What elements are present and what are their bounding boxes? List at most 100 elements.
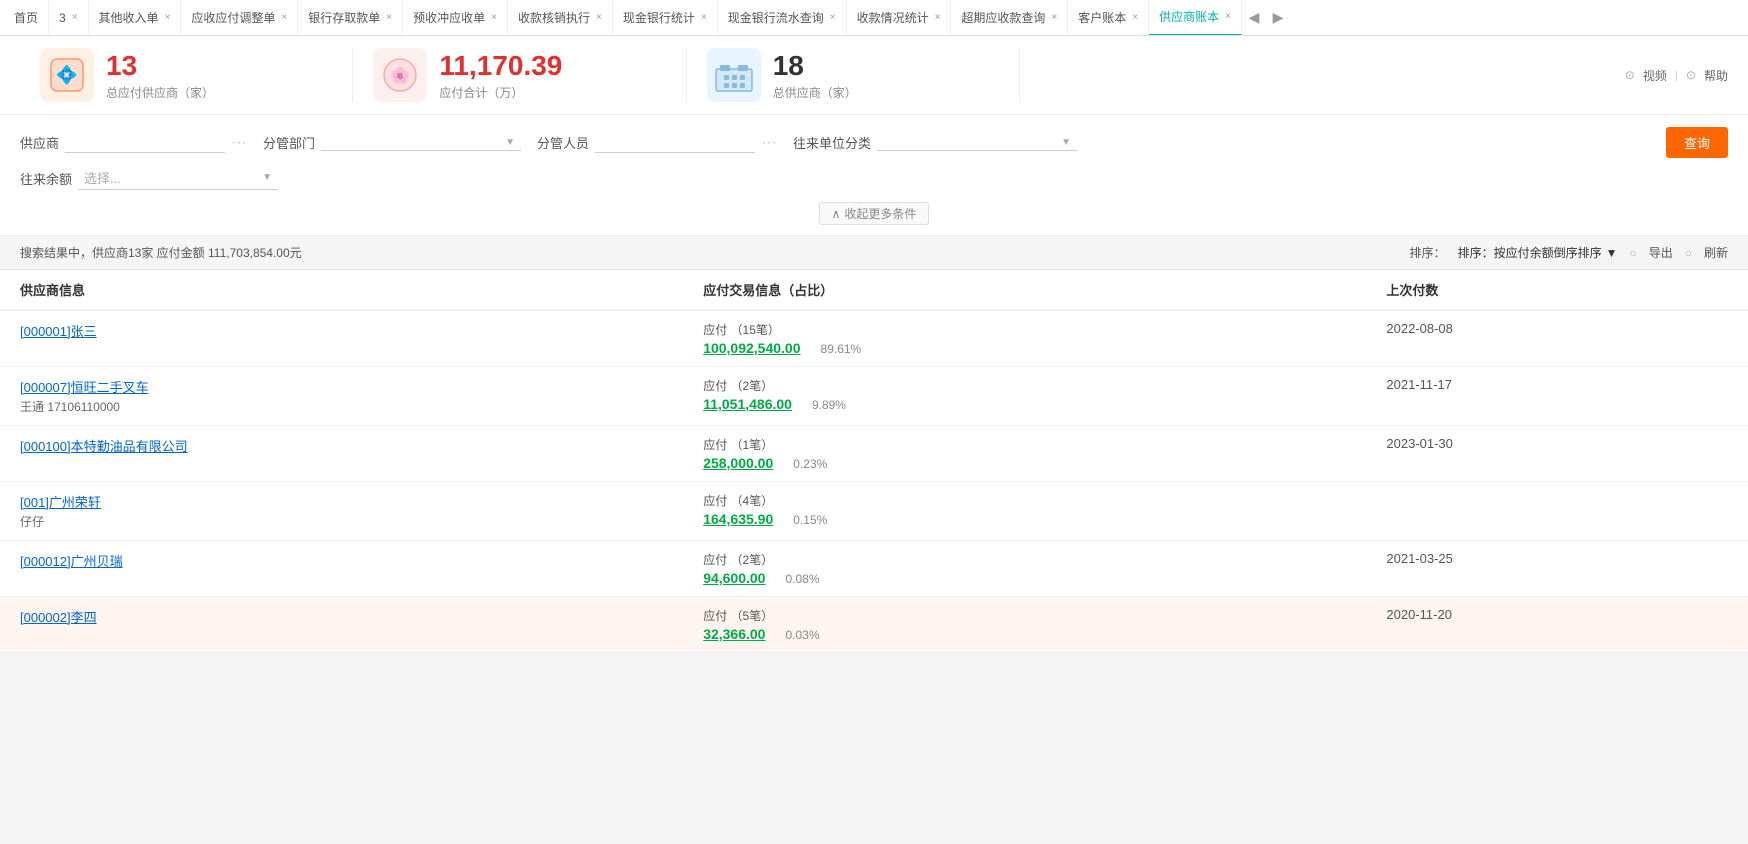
payable-total-number: 11,170.39 bbox=[439, 49, 562, 83]
query-button[interactable]: 查询 bbox=[1666, 127, 1728, 158]
person-dots-icon[interactable]: ··· bbox=[761, 134, 777, 152]
nav-prev-arrow[interactable]: ◀ bbox=[1242, 0, 1266, 36]
payable-cell-3: 应付 （4笔）164,635.900.15% bbox=[703, 492, 1386, 527]
close-icon[interactable]: × bbox=[491, 12, 497, 23]
supplier-input[interactable] bbox=[65, 133, 225, 153]
last-payment-0: 2022-08-08 bbox=[1386, 321, 1728, 336]
stat-text-payable-total: 11,170.39 应付合计（万） bbox=[439, 49, 562, 102]
nav-tab-receipt-stat[interactable]: 收款情况统计 × bbox=[847, 0, 952, 36]
payable-amount-row-3: 164,635.900.15% bbox=[703, 509, 1386, 527]
last-payment-2: 2023-01-30 bbox=[1386, 436, 1728, 451]
close-icon[interactable]: × bbox=[1051, 12, 1057, 23]
payable-amount-4[interactable]: 94,600.00 bbox=[703, 570, 765, 586]
nav-tab-supplier-account[interactable]: 供应商账本 × bbox=[1149, 0, 1242, 36]
payable-pct-2: 0.23% bbox=[793, 457, 827, 471]
export-icon: ○ bbox=[1629, 246, 1636, 260]
svg-text:💠: 💠 bbox=[56, 64, 78, 85]
other-income-label: 其他收入单 bbox=[99, 9, 159, 26]
supplier-link-4[interactable]: [000012]广州贝瑞 bbox=[20, 554, 123, 569]
supplier-link-1[interactable]: [000007]恒旺二手叉车 bbox=[20, 380, 149, 395]
person-label: 分管人员 bbox=[537, 133, 589, 152]
person-input[interactable] bbox=[595, 133, 755, 153]
payable-amount-row-2: 258,000.00 0.23% bbox=[703, 453, 1386, 471]
sort-label: 排序： bbox=[1410, 244, 1446, 261]
sort-text: 排序：按应付余额倒序排序 bbox=[1458, 244, 1602, 261]
payable-cell-2: 应付 （1笔） 258,000.00 0.23% bbox=[703, 436, 1386, 471]
payable-amount-2[interactable]: 258,000.00 bbox=[703, 455, 773, 471]
dept-select[interactable]: ▼ bbox=[321, 135, 521, 151]
category-select[interactable]: ▼ bbox=[877, 135, 1077, 151]
video-link[interactable]: 视频 bbox=[1643, 67, 1667, 84]
close-icon[interactable]: × bbox=[701, 12, 707, 23]
collapse-button[interactable]: ∧ 收起更多条件 bbox=[819, 202, 930, 225]
close-icon[interactable]: × bbox=[386, 12, 392, 23]
balance-label: 往来余额 bbox=[20, 169, 72, 188]
payable-total-icon: 🌸 bbox=[373, 48, 427, 102]
close-icon[interactable]: × bbox=[830, 12, 836, 23]
bank-deposit-label: 银行存取款单 bbox=[308, 9, 380, 26]
payable-suppliers-label: 总应付供应商（家） bbox=[106, 84, 214, 101]
results-summary: 搜索结果中，供应商13家 应付金额 111,703,854.00元 bbox=[20, 244, 1410, 261]
stats-bar: 💠 13 总应付供应商（家） 🌸 11,170.39 应付合计（万） bbox=[0, 36, 1748, 115]
filter-item-person: 分管人员 ··· bbox=[537, 133, 777, 153]
supplier-link-2[interactable]: [000100]本特勤油品有限公司 bbox=[20, 439, 188, 454]
sort-select[interactable]: 排序：按应付余额倒序排序 ▼ bbox=[1458, 244, 1618, 261]
top-right-links: ⊙ 视频 | ⊙ 帮助 bbox=[1605, 67, 1728, 84]
close-icon[interactable]: × bbox=[1132, 12, 1138, 23]
payable-total-label: 应付合计（万） bbox=[439, 84, 562, 101]
export-button[interactable]: 导出 bbox=[1649, 244, 1673, 261]
total-suppliers-icon bbox=[707, 48, 761, 102]
supplier-link-5[interactable]: [000002]李四 bbox=[20, 610, 97, 625]
payable-count-2: 应付 （1笔） bbox=[703, 436, 1386, 453]
payable-count-5: 应付 （5笔） bbox=[703, 607, 1386, 624]
nav-tab-receipt-verify[interactable]: 收款核销执行 × bbox=[508, 0, 613, 36]
nav-tab-bank-deposit[interactable]: 银行存取款单 × bbox=[298, 0, 403, 36]
close-icon[interactable]: × bbox=[281, 12, 287, 23]
advance-offset-label: 预收冲应收单 bbox=[413, 9, 485, 26]
payable-pct-1: 9.89% bbox=[812, 398, 846, 412]
nav-tab-cash-bank-stat[interactable]: 现金银行统计 × bbox=[613, 0, 718, 36]
table-row: [000007]恒旺二手叉车王通 17106110000应付 （2笔）11,05… bbox=[0, 367, 1748, 426]
close-icon[interactable]: × bbox=[935, 12, 941, 23]
nav-next-arrow[interactable]: ▶ bbox=[1266, 0, 1290, 36]
payable-cell-4: 应付 （2笔）94,600.000.08% bbox=[703, 551, 1386, 586]
help-link[interactable]: 帮助 bbox=[1704, 67, 1728, 84]
nav-tab-advance-offset[interactable]: 预收冲应收单 × bbox=[403, 0, 508, 36]
nav-tab-3[interactable]: 3 × bbox=[49, 0, 89, 36]
filter-item-category: 往来单位分类 ▼ bbox=[793, 133, 1077, 152]
supplier-dots-icon[interactable]: ··· bbox=[231, 134, 247, 152]
nav-tab-ar-adjust[interactable]: 应收应付调整单 × bbox=[181, 0, 298, 36]
payable-amount-0[interactable]: 100,092,540.00 bbox=[703, 340, 800, 356]
payable-amount-3[interactable]: 164,635.90 bbox=[703, 511, 773, 527]
table-row: [000001]张三应付 （15笔）100,092,540.0089.61%20… bbox=[0, 311, 1748, 367]
help-icon: ⊙ bbox=[1686, 68, 1696, 82]
refresh-button[interactable]: 刷新 bbox=[1704, 244, 1728, 261]
close-icon[interactable]: × bbox=[72, 12, 78, 23]
payable-amount-5[interactable]: 32,366.00 bbox=[703, 626, 765, 642]
home-label: 首页 bbox=[14, 9, 38, 26]
close-icon[interactable]: × bbox=[165, 12, 171, 23]
payable-count-3: 应付 （4笔） bbox=[703, 492, 1386, 509]
results-bar: 搜索结果中，供应商13家 应付金额 111,703,854.00元 排序： 排序… bbox=[0, 236, 1748, 270]
nav-tab-cash-bank-flow[interactable]: 现金银行流水查询 × bbox=[718, 0, 847, 36]
cash-bank-stat-label: 现金银行统计 bbox=[623, 9, 695, 26]
nav-tab-home[interactable]: 首页 bbox=[4, 0, 49, 36]
main-content: 供应商信息 应付交易信息（占比） 上次付数 [000001]张三应付 （15笔）… bbox=[0, 270, 1748, 844]
nav-tab-other-income[interactable]: 其他收入单 × bbox=[89, 0, 182, 36]
supplier-link-0[interactable]: [000001]张三 bbox=[20, 324, 97, 339]
nav-tab-customer-account[interactable]: 客户账本 × bbox=[1068, 0, 1149, 36]
filter-row-2: 往来余额 选择... ▼ bbox=[20, 166, 1728, 190]
supplier-table: 供应商信息 应付交易信息（占比） 上次付数 [000001]张三应付 （15笔）… bbox=[0, 270, 1748, 653]
supplier-label: 供应商 bbox=[20, 133, 59, 152]
stat-block-payable-total: 🌸 11,170.39 应付合计（万） bbox=[353, 48, 686, 102]
close-icon[interactable]: × bbox=[1225, 11, 1231, 22]
close-icon[interactable]: × bbox=[596, 12, 602, 23]
payable-amount-1[interactable]: 11,051,486.00 bbox=[703, 396, 792, 412]
customer-account-label: 客户账本 bbox=[1078, 9, 1126, 26]
nav-tab-overdue-query[interactable]: 超期应收款查询 × bbox=[951, 0, 1068, 36]
collapse-icon: ∧ bbox=[832, 207, 841, 221]
balance-select[interactable]: 选择... ▼ bbox=[78, 166, 278, 190]
supplier-link-3[interactable]: [001]广州荣轩 bbox=[20, 495, 101, 510]
col-header-supplier: 供应商信息 bbox=[20, 280, 703, 299]
chevron-down-icon: ▼ bbox=[505, 137, 515, 148]
